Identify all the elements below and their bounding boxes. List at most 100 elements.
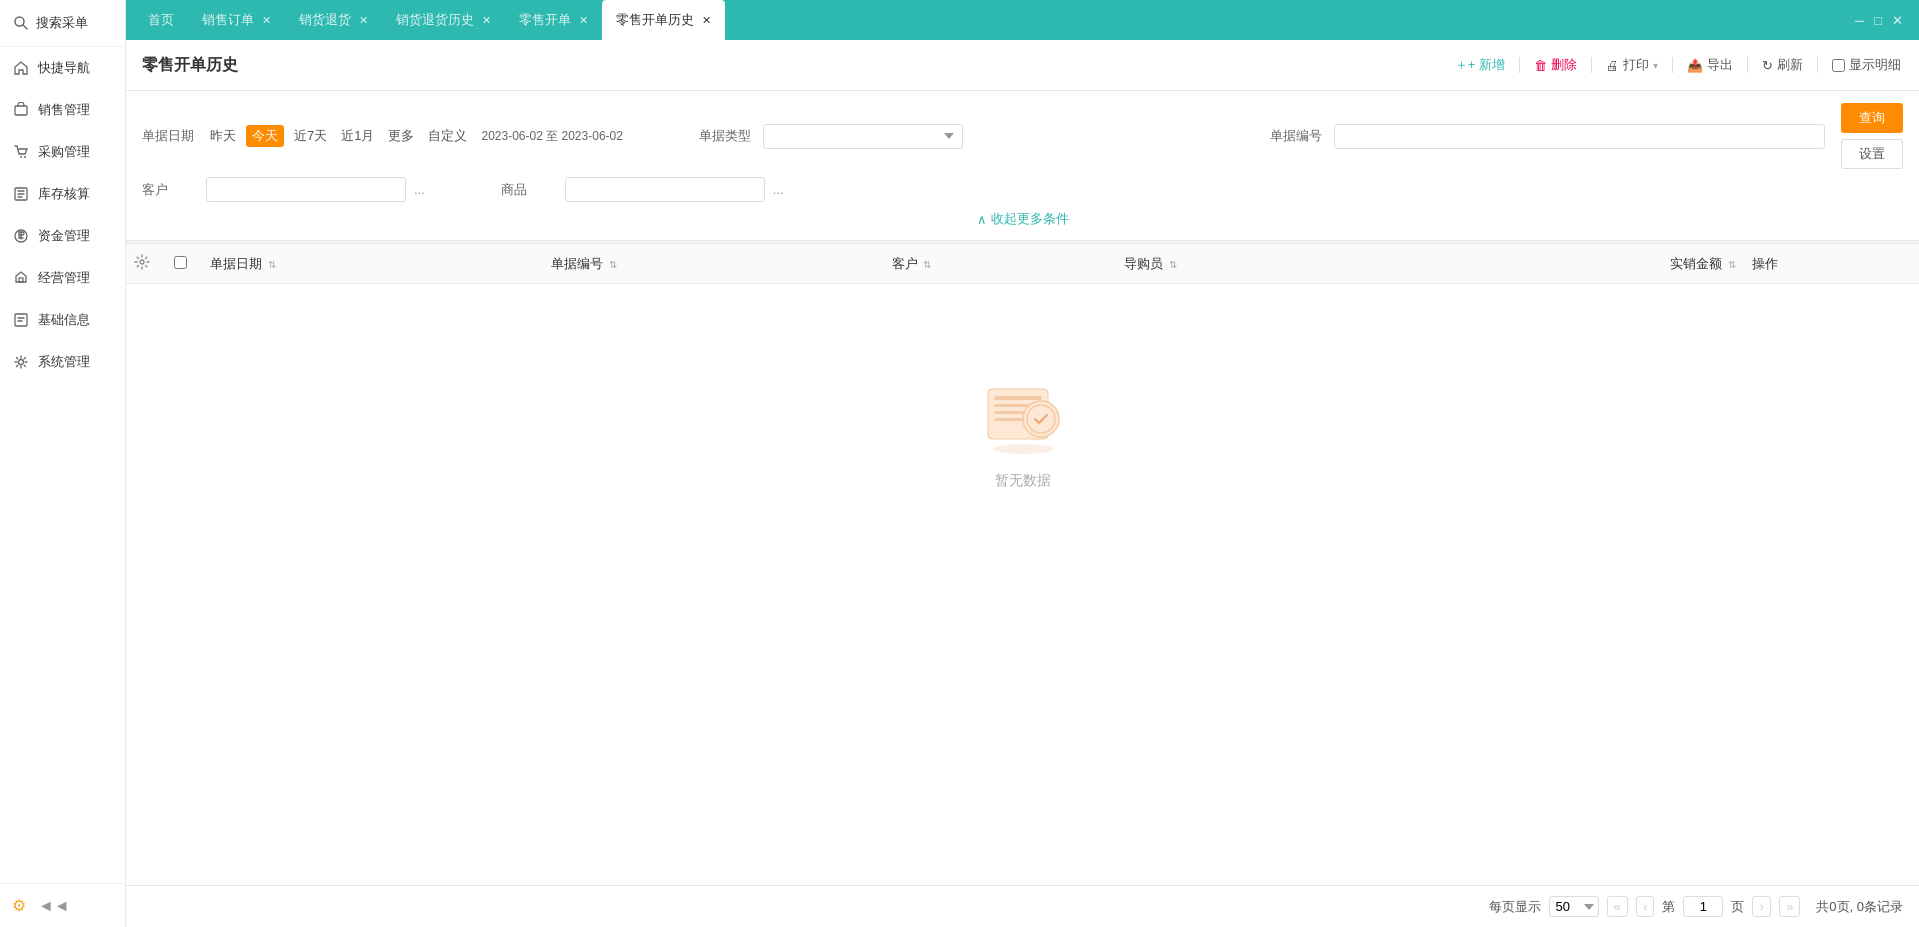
date-btn-more[interactable]: 更多 xyxy=(384,125,418,147)
tab-close-sales-order[interactable]: ✕ xyxy=(262,14,271,27)
sidebar-item-sys-mgmt[interactable]: 系统管理 xyxy=(0,341,125,383)
window-maximize[interactable]: □ xyxy=(1874,13,1882,28)
refresh-button[interactable]: ↻ 刷新 xyxy=(1760,52,1805,78)
empty-cell: 暂无数据 xyxy=(126,284,1919,571)
tab-close-retail-open-history[interactable]: ✕ xyxy=(702,14,711,27)
tabs-left: 首页 销售订单 ✕ 销货退货 ✕ 销货退货历史 ✕ 零售开单 ✕ 零售开单历史 … xyxy=(134,0,725,40)
empty-text: 暂无数据 xyxy=(995,472,1051,490)
customer-input[interactable] xyxy=(206,177,406,202)
tab-sales-return-history[interactable]: 销货退货历史 ✕ xyxy=(382,0,505,40)
date-btn-today[interactable]: 今天 xyxy=(246,125,284,147)
tab-close-retail-open[interactable]: ✕ xyxy=(579,14,588,27)
home-icon xyxy=(12,59,30,77)
first-page-button[interactable]: « xyxy=(1607,896,1628,917)
tab-retail-open-history[interactable]: 零售开单历史 ✕ xyxy=(602,0,725,40)
svg-point-10 xyxy=(140,260,144,264)
col-date[interactable]: 单据日期 ⇅ xyxy=(202,244,543,284)
tab-close-sales-return-history[interactable]: ✕ xyxy=(482,14,491,27)
sidebar-item-sales-mgmt[interactable]: 销售管理 xyxy=(0,89,125,131)
tab-sales-return[interactable]: 销货退货 ✕ xyxy=(285,0,382,40)
basicinfo-icon xyxy=(12,311,30,329)
prev-page-button[interactable]: ‹ xyxy=(1636,896,1654,917)
tab-close-sales-return[interactable]: ✕ xyxy=(359,14,368,27)
per-page-label: 每页显示 xyxy=(1489,898,1541,916)
collapse-icon[interactable]: ◄◄ xyxy=(38,897,70,915)
filter-num-group: 单据编号 xyxy=(1270,124,1825,149)
export-button[interactable]: 📤 导出 xyxy=(1685,52,1735,78)
next-page-button[interactable]: › xyxy=(1752,896,1770,917)
sidebar-item-basic-info[interactable]: 基础信息 xyxy=(0,299,125,341)
col-settings[interactable] xyxy=(126,244,166,284)
toolbar-sep-4 xyxy=(1747,57,1748,73)
display-checkbox[interactable] xyxy=(1832,59,1845,72)
query-button[interactable]: 查询 xyxy=(1841,103,1903,133)
customer-ellipsis[interactable]: ... xyxy=(414,182,425,197)
filter-row-2: 客户 ... 商品 ... xyxy=(142,177,1903,202)
filter-goods-group: 商品 ... xyxy=(501,177,784,202)
sidebar-item-label: 快捷导航 xyxy=(38,59,90,77)
col-amount[interactable]: 实销金额 ⇅ xyxy=(1403,244,1744,284)
date-range-display: 2023-06-02 至 2023-06-02 xyxy=(481,128,622,145)
tab-home[interactable]: 首页 xyxy=(134,0,188,40)
sidebar-item-finance[interactable]: 资金管理 xyxy=(0,215,125,257)
toolbar-sep-2 xyxy=(1591,57,1592,73)
svg-point-9 xyxy=(19,360,24,365)
sidebar: 搜索采单 快捷导航 销售管理 采购管理 库存核算 资金管理 经营 xyxy=(0,0,126,927)
window-close[interactable]: ✕ xyxy=(1892,13,1903,28)
svg-line-1 xyxy=(23,25,27,29)
sort-icon-date: ⇅ xyxy=(268,259,276,270)
sidebar-item-label: 采购管理 xyxy=(38,143,90,161)
gear-icon[interactable]: ⚙ xyxy=(12,896,26,915)
toolbar: ＋ + 新增 🗑 删除 🖨 打印 ▾ 📤 导出 xyxy=(1453,52,1903,78)
goods-input[interactable] xyxy=(565,177,765,202)
toolbar-sep-3 xyxy=(1672,57,1673,73)
col-number[interactable]: 单据编号 ⇅ xyxy=(543,244,884,284)
goods-ellipsis[interactable]: ... xyxy=(773,182,784,197)
svg-point-11 xyxy=(993,444,1053,454)
sidebar-item-label: 库存核算 xyxy=(38,185,90,203)
col-customer[interactable]: 客户 ⇅ xyxy=(884,244,1116,284)
num-input[interactable] xyxy=(1334,124,1825,149)
type-select[interactable] xyxy=(763,124,963,149)
collapse-button[interactable]: ∧ 收起更多条件 xyxy=(977,210,1069,228)
toolbar-sep-1 xyxy=(1519,57,1520,73)
date-btn-1month[interactable]: 近1月 xyxy=(337,125,378,147)
print-button[interactable]: 🖨 打印 ▾ xyxy=(1604,52,1660,78)
last-page-button[interactable]: » xyxy=(1779,896,1800,917)
sidebar-item-operations[interactable]: 经营管理 xyxy=(0,257,125,299)
delete-button[interactable]: 🗑 删除 xyxy=(1532,52,1579,78)
tab-retail-open[interactable]: 零售开单 ✕ xyxy=(505,0,602,40)
toolbar-sep-5 xyxy=(1817,57,1818,73)
date-btn-custom[interactable]: 自定义 xyxy=(424,125,471,147)
empty-area: 暂无数据 xyxy=(126,284,1919,570)
sidebar-item-quick-nav[interactable]: 快捷导航 xyxy=(0,47,125,89)
sort-icon-number: ⇅ xyxy=(609,259,617,270)
sidebar-search[interactable]: 搜索采单 xyxy=(0,0,125,47)
display-button[interactable]: 显示明细 xyxy=(1830,52,1903,78)
page-label: 第 xyxy=(1662,898,1675,916)
select-all-checkbox[interactable] xyxy=(174,256,187,269)
col-checkbox[interactable] xyxy=(166,244,202,284)
sidebar-item-purchase-mgmt[interactable]: 采购管理 xyxy=(0,131,125,173)
table-container: 单据日期 ⇅ 单据编号 ⇅ 客户 ⇅ 导购员 ⇅ xyxy=(126,243,1919,885)
sidebar-item-label: 资金管理 xyxy=(38,227,90,245)
filter-settings-button[interactable]: 设置 xyxy=(1841,139,1903,169)
tab-sales-order[interactable]: 销售订单 ✕ xyxy=(188,0,285,40)
date-btn-7days[interactable]: 近7天 xyxy=(290,125,331,147)
sidebar-item-inventory[interactable]: 库存核算 xyxy=(0,173,125,215)
operations-icon xyxy=(12,269,30,287)
date-btn-yesterday[interactable]: 昨天 xyxy=(206,125,240,147)
page-input[interactable] xyxy=(1683,896,1723,917)
pagination-bar: 每页显示 20 50 100 200 « ‹ 第 页 › » 共0页, 0条记录 xyxy=(126,885,1919,927)
svg-point-3 xyxy=(20,156,22,158)
finance-icon xyxy=(12,227,30,245)
col-salesperson[interactable]: 导购员 ⇅ xyxy=(1116,244,1403,284)
per-page-select[interactable]: 20 50 100 200 xyxy=(1549,896,1599,917)
filter-row-1: 单据日期 昨天 今天 近7天 近1月 更多 自定义 2023-06-02 至 2… xyxy=(142,103,1903,169)
svg-rect-8 xyxy=(15,314,27,326)
window-minimize[interactable]: ─ xyxy=(1855,13,1864,28)
filter-type-group: 单据类型 xyxy=(699,124,1254,149)
table-header-row: 单据日期 ⇅ 单据编号 ⇅ 客户 ⇅ 导购员 ⇅ xyxy=(126,244,1919,284)
add-button[interactable]: ＋ + 新增 xyxy=(1453,52,1507,78)
num-label: 单据编号 xyxy=(1270,127,1326,145)
